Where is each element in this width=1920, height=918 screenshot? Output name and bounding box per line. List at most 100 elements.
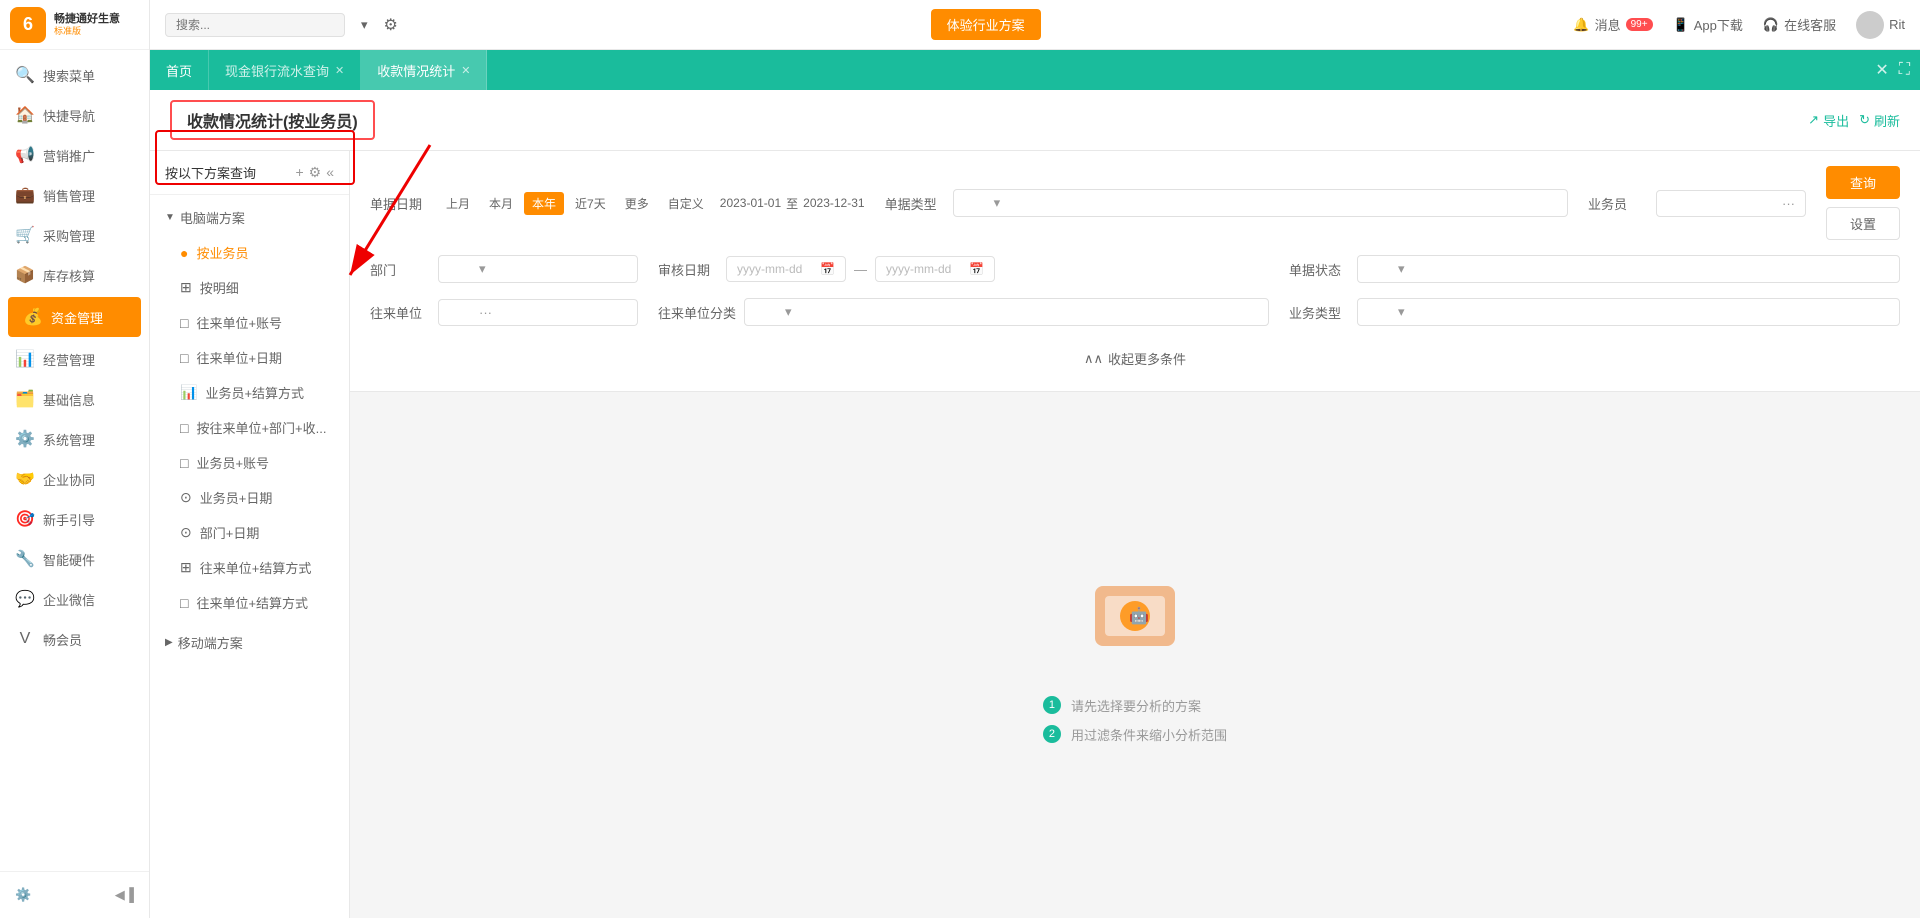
page-header-actions: ↗ 导出 ↻ 刷新 xyxy=(1808,111,1900,130)
collapse-row: ∧∧ 收起更多条件 xyxy=(370,341,1900,376)
wechat-icon: 💬 xyxy=(15,589,35,609)
sidebar-item-base-info[interactable]: 🗂️ 基础信息 xyxy=(0,379,149,419)
review-date-block: 审核日期 yyyy-mm-dd 📅 — yyyy-mm-dd 📅 xyxy=(658,256,1269,282)
scheme-item-partner-account[interactable]: □ 往来单位+账号 xyxy=(150,305,349,340)
date-btn-this-year[interactable]: 本年 xyxy=(524,192,564,215)
brand-name: 畅捷通好生意 标准版 xyxy=(54,12,120,38)
date-quick-btns: 上月 本月 本年 近7天 更多 自定义 xyxy=(438,192,712,215)
scheme-add-btn[interactable]: + xyxy=(295,164,303,181)
date-btn-last-month[interactable]: 上月 xyxy=(438,192,478,215)
scheme-item-salesman-date[interactable]: ⊙ 业务员+日期 xyxy=(150,480,349,515)
scheme-item-partner-dept[interactable]: □ 按往来单位+部门+收... xyxy=(150,410,349,445)
table-icon-3: □ xyxy=(180,420,188,436)
review-date-label: 审核日期 xyxy=(658,260,718,279)
collapse-button[interactable]: ∧∧ 收起更多条件 xyxy=(1076,341,1194,376)
record-status-select[interactable]: ▾ xyxy=(1357,255,1900,283)
scheme-item-salesman[interactable]: ● 按业务员 xyxy=(150,235,349,270)
tab-bank-flow-close[interactable]: ✕ xyxy=(335,64,344,77)
salesman-select[interactable]: ··· xyxy=(1656,190,1806,217)
scheme-group-mobile-header[interactable]: ▶ 移动端方案 xyxy=(150,625,349,660)
scheme-item-dept-date[interactable]: ⊙ 部门+日期 xyxy=(150,515,349,550)
date-btn-more[interactable]: 更多 xyxy=(617,192,657,215)
content-wrapper: 按以下方案查询 + ⚙ « ▼ 电脑端方案 xyxy=(150,151,1920,918)
partner-more-icon: ··· xyxy=(479,305,492,320)
header-center: 体验行业方案 xyxy=(931,9,1041,40)
date-btn-this-month[interactable]: 本月 xyxy=(481,192,521,215)
page-header: 收款情况统计(按业务员) ↗ 导出 ↻ 刷新 xyxy=(150,90,1920,151)
scheme-panel-header: 按以下方案查询 + ⚙ « xyxy=(150,151,349,195)
sidebar-item-quick-nav[interactable]: 🏠 快捷导航 xyxy=(0,95,149,135)
sidebar-item-business[interactable]: 📊 经营管理 xyxy=(0,339,149,379)
dept-label: 部门 xyxy=(370,260,430,279)
refresh-icon: ↻ xyxy=(1859,112,1870,128)
header-dropdown-icon[interactable]: ▾ xyxy=(355,15,374,35)
date-btn-7days[interactable]: 近7天 xyxy=(567,192,614,215)
partner-category-select[interactable]: ▾ xyxy=(744,298,1269,326)
scheme-settings-btn[interactable]: ⚙ xyxy=(309,164,322,181)
scheme-panel-title: 按以下方案查询 xyxy=(165,163,256,182)
record-type-select[interactable]: ▾ xyxy=(953,189,1568,217)
phone-icon: 📱 xyxy=(1673,17,1689,33)
finance-icon: 💰 xyxy=(23,307,43,327)
online-service-btn[interactable]: 🎧 在线客服 xyxy=(1763,15,1836,34)
partner-block: 往来单位 ··· xyxy=(370,299,638,326)
refresh-btn[interactable]: ↻ 刷新 xyxy=(1859,111,1900,130)
chevron-right-icon: ▶ xyxy=(165,637,173,648)
scheme-item-salesman-account[interactable]: □ 业务员+账号 xyxy=(150,445,349,480)
tab-receipt-stats[interactable]: 收款情况统计 ✕ xyxy=(361,50,487,90)
sidebar-item-system[interactable]: ⚙️ 系统管理 xyxy=(0,419,149,459)
sidebar-item-purchase[interactable]: 🛒 采购管理 xyxy=(0,215,149,255)
sidebar-item-enterprise[interactable]: 🤝 企业协同 xyxy=(0,459,149,499)
scheme-item-salesman-settlement[interactable]: 📊 业务员+结算方式 xyxy=(150,375,349,410)
sidebar-collapse-btn[interactable]: ◀▐ xyxy=(110,882,139,908)
trial-button[interactable]: 体验行业方案 xyxy=(931,9,1041,40)
scheme-item-partner-settlement-2[interactable]: □ 往来单位+结算方式 xyxy=(150,585,349,620)
tab-home[interactable]: 首页 xyxy=(150,50,209,90)
header-settings-icon[interactable]: ⚙ xyxy=(384,15,398,35)
scheme-panel: 按以下方案查询 + ⚙ « ▼ 电脑端方案 xyxy=(150,151,350,918)
sidebar-item-member[interactable]: V 畅会员 xyxy=(0,619,149,659)
dept-select[interactable]: ▾ xyxy=(438,255,638,283)
tab-close-all-icon[interactable]: ✕ xyxy=(1875,60,1888,80)
export-btn[interactable]: ↗ 导出 xyxy=(1808,111,1849,130)
partner-select[interactable]: ··· xyxy=(438,299,638,326)
circle-icon-1: ⊙ xyxy=(180,489,192,506)
breadcrumb-search[interactable] xyxy=(165,13,345,37)
sidebar-item-inventory[interactable]: 📦 库存核算 xyxy=(0,255,149,295)
notifications-btn[interactable]: 🔔 消息 99+ xyxy=(1573,15,1652,34)
record-status-block: 单据状态 ▾ xyxy=(1289,255,1900,283)
sidebar-item-guide[interactable]: 🎯 新手引导 xyxy=(0,499,149,539)
tab-receipt-stats-close[interactable]: ✕ xyxy=(461,64,470,77)
user-menu[interactable]: Rit xyxy=(1856,11,1905,39)
query-button[interactable]: 查询 xyxy=(1826,166,1900,199)
sidebar-settings-btn[interactable]: ⚙️ xyxy=(10,882,36,908)
scheme-item-partner-settlement-1[interactable]: ⊞ 往来单位+结算方式 xyxy=(150,550,349,585)
sidebar: 6 畅捷通好生意 标准版 🔍 搜索菜单 🏠 快捷导航 📢 营销推广 💼 xyxy=(0,0,150,918)
sales-icon: 💼 xyxy=(15,185,35,205)
scheme-collapse-btn[interactable]: « xyxy=(326,164,334,181)
review-date-to[interactable]: yyyy-mm-dd 📅 xyxy=(875,256,995,282)
dept-block: 部门 ▾ xyxy=(370,255,638,283)
settings-button[interactable]: 设置 xyxy=(1826,207,1900,240)
tab-bank-flow[interactable]: 现金银行流水查询 ✕ xyxy=(209,50,361,90)
empty-steps: 1 请先选择要分析的方案 2 用过滤条件来缩小分析范围 xyxy=(1043,696,1227,754)
business-type-arrow: ▾ xyxy=(1398,304,1405,320)
scheme-item-detail[interactable]: ⊞ 按明细 xyxy=(150,270,349,305)
tab-bar: 首页 现金银行流水查询 ✕ 收款情况统计 ✕ ✕ ⛶ xyxy=(150,50,1920,90)
filter-actions: 查询 设置 xyxy=(1826,166,1900,240)
tab-maximize-icon[interactable]: ⛶ xyxy=(1899,61,1910,79)
scheme-group-desktop-header[interactable]: ▼ 电脑端方案 xyxy=(150,200,349,235)
sidebar-item-marketing[interactable]: 📢 营销推广 xyxy=(0,135,149,175)
page-title: 收款情况统计(按业务员) xyxy=(187,114,358,131)
review-date-from[interactable]: yyyy-mm-dd 📅 xyxy=(726,256,846,282)
sidebar-item-finance[interactable]: 💰 资金管理 xyxy=(8,297,141,337)
sidebar-item-hardware[interactable]: 🔧 智能硬件 xyxy=(0,539,149,579)
business-type-select[interactable]: ▾ xyxy=(1357,298,1900,326)
app-download-btn[interactable]: 📱 App下载 xyxy=(1673,15,1743,34)
sidebar-item-wechat[interactable]: 💬 企业微信 xyxy=(0,579,149,619)
chevron-up-icon: ∧∧ xyxy=(1084,351,1103,367)
scheme-item-partner-date[interactable]: □ 往来单位+日期 xyxy=(150,340,349,375)
date-btn-custom[interactable]: 自定义 xyxy=(660,192,712,215)
sidebar-item-sales[interactable]: 💼 销售管理 xyxy=(0,175,149,215)
sidebar-item-search-menu[interactable]: 🔍 搜索菜单 xyxy=(0,55,149,95)
